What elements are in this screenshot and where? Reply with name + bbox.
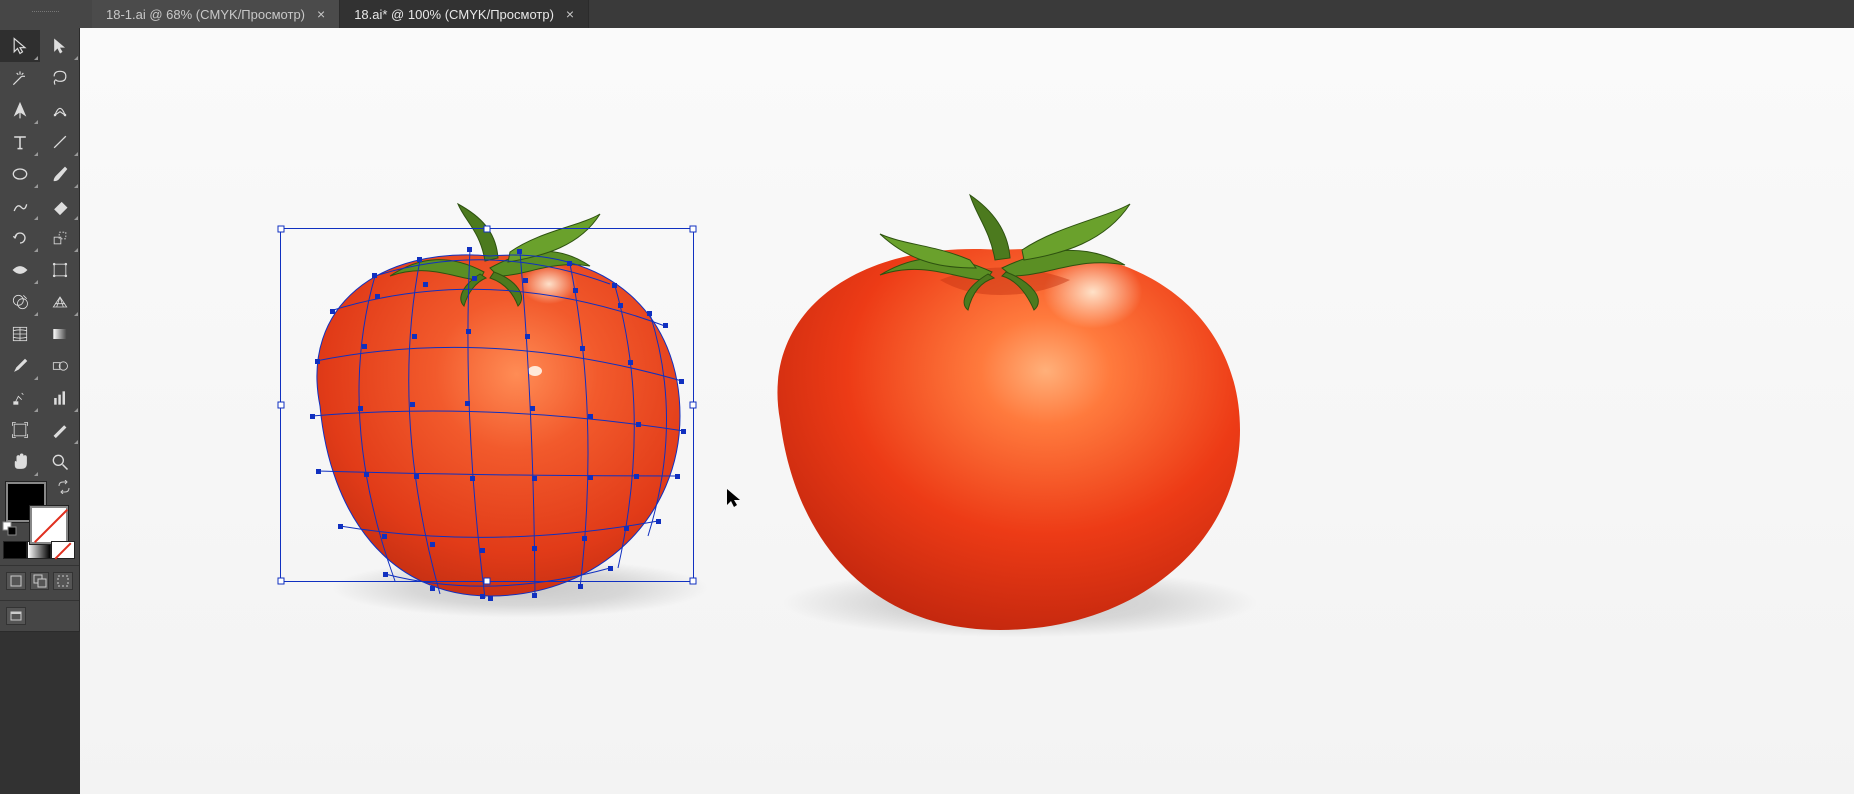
document-tabs-bar: 18-1.ai @ 68% (CMYK/Просмотр) × 18.ai* @… [0,0,1854,28]
slice-tool[interactable] [40,414,80,446]
hand-tool[interactable] [0,446,40,478]
document-tab-2[interactable]: 18.ai* @ 100% (CMYK/Просмотр) × [340,0,589,28]
mesh-tool[interactable] [0,318,40,350]
reference-image-tomato-right[interactable] [740,160,1260,660]
scale-tool[interactable] [40,222,80,254]
line-segment-tool[interactable] [40,126,80,158]
column-graph-tool[interactable] [40,382,80,414]
curvature-tool[interactable] [40,94,80,126]
tools-panel [0,28,80,632]
draw-normal-button[interactable] [6,572,26,590]
eraser-tool[interactable] [40,190,80,222]
close-icon[interactable]: × [564,6,576,22]
width-tool[interactable] [0,254,40,286]
fill-stroke-swatches [0,478,79,539]
zoom-tool[interactable] [40,446,80,478]
lasso-tool[interactable] [40,62,80,94]
draw-behind-button[interactable] [30,572,50,590]
paintbrush-tool[interactable] [40,158,80,190]
free-transform-tool[interactable] [40,254,80,286]
perspective-grid-tool[interactable] [40,286,80,318]
magic-wand-tool[interactable] [0,62,40,94]
shape-builder-tool[interactable] [0,286,40,318]
draw-inside-button[interactable] [53,572,73,590]
symbol-sprayer-tool[interactable] [0,382,40,414]
screen-mode-row [0,565,79,596]
document-tab-2-label: 18.ai* @ 100% (CMYK/Просмотр) [354,7,554,22]
pen-tool[interactable] [0,94,40,126]
document-tab-1[interactable]: 18-1.ai @ 68% (CMYK/Просмотр) × [92,0,340,28]
gradient-tool[interactable] [40,318,80,350]
rotate-tool[interactable] [0,222,40,254]
type-tool[interactable] [0,126,40,158]
close-icon[interactable]: × [315,6,327,22]
blend-tool[interactable] [40,350,80,382]
mesh-object-tomato-left[interactable] [280,176,700,616]
default-fill-stroke-icon[interactable] [2,521,18,537]
tool-grid [0,30,79,478]
swap-fill-stroke-icon[interactable] [57,480,71,494]
color-mode-solid[interactable] [3,541,27,559]
canvas[interactable] [80,28,1854,794]
artboard-tool[interactable] [0,414,40,446]
selection-tool[interactable] [0,30,40,62]
ellipse-tool[interactable] [0,158,40,190]
cursor-icon [725,488,741,508]
stroke-color-swatch[interactable] [30,506,68,544]
panel-drag-handle[interactable] [0,0,92,28]
screen-mode-button[interactable] [6,607,26,625]
document-tab-1-label: 18-1.ai @ 68% (CMYK/Просмотр) [106,7,305,22]
shaper-tool[interactable] [0,190,40,222]
direct-selection-tool[interactable] [40,30,80,62]
eyedropper-tool[interactable] [0,350,40,382]
color-mode-none[interactable] [51,541,75,559]
